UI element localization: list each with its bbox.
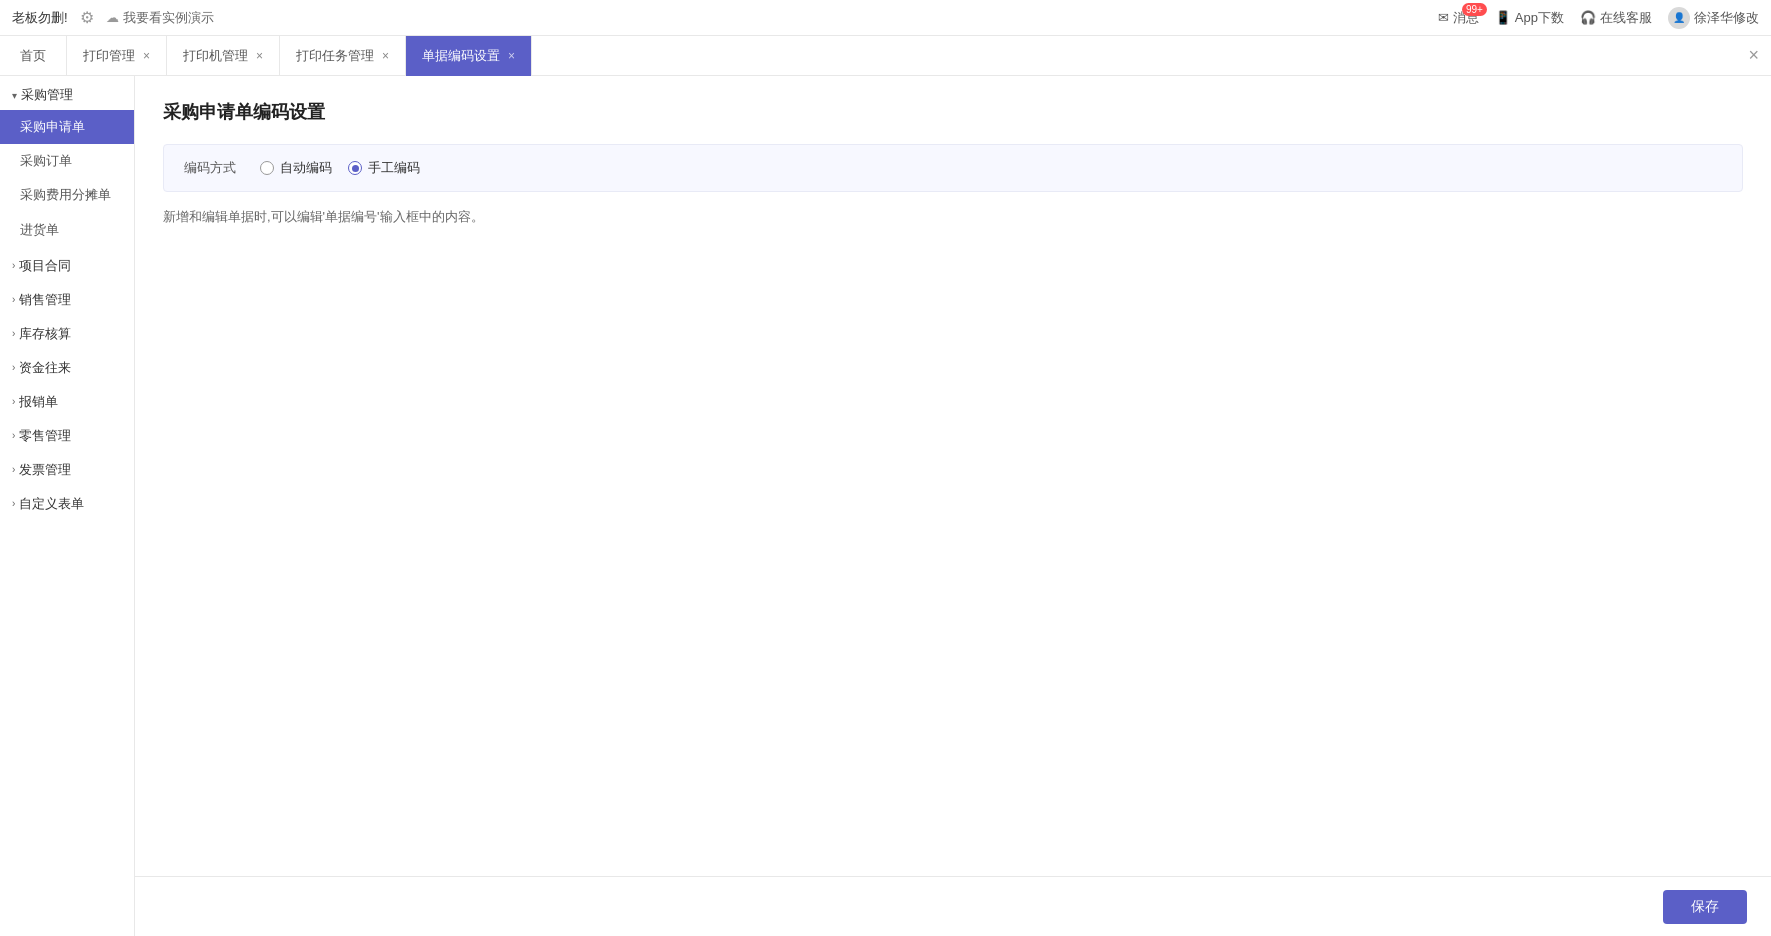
content-area: 采购申请单编码设置 编码方式 自动编码 手工编码 新增和编辑单据时,可以编辑'单… bbox=[135, 76, 1771, 936]
radio-manual-label: 手工编码 bbox=[368, 159, 420, 177]
gear-icon[interactable]: ⚙ bbox=[80, 8, 94, 27]
tab-bar: 首页 打印管理 × 打印机管理 × 打印任务管理 × 单据编码设置 × × bbox=[0, 36, 1771, 76]
sidebar-item-purchase-request[interactable]: 采购申请单 bbox=[0, 110, 134, 144]
sidebar-group-retail-header[interactable]: › 零售管理 bbox=[0, 417, 134, 451]
tab-print-management[interactable]: 打印管理 × bbox=[67, 36, 167, 76]
sidebar-item-purchase-request-label: 采购申请单 bbox=[20, 119, 85, 134]
chevron-right-icon-7: › bbox=[12, 464, 15, 475]
sidebar-item-purchase-order-label: 采购订单 bbox=[20, 153, 72, 168]
sidebar-item-purchase-expense-label: 采购费用分摊单 bbox=[20, 187, 111, 202]
online-service-button[interactable]: 🎧 在线客服 bbox=[1580, 9, 1652, 27]
top-bar: 老板勿删! ⚙ ☁ 我要看实例演示 ✉ 消息 99+ 📱 App下数 🎧 在线客… bbox=[0, 0, 1771, 36]
tab-print-management-label: 打印管理 bbox=[83, 47, 135, 65]
tab-doc-code-settings[interactable]: 单据编码设置 × bbox=[406, 36, 532, 76]
chevron-right-icon-4: › bbox=[12, 362, 15, 373]
sidebar-group-sales-label: 销售管理 bbox=[19, 291, 71, 309]
chevron-right-icon-2: › bbox=[12, 294, 15, 305]
save-button[interactable]: 保存 bbox=[1663, 890, 1747, 924]
radio-auto-encoding[interactable]: 自动编码 bbox=[260, 159, 332, 177]
tab-close-doc-code[interactable]: × bbox=[508, 49, 515, 63]
sidebar-group-purchase-children: 采购申请单 采购订单 采购费用分摊单 进货单 bbox=[0, 110, 134, 247]
sidebar-group-custom-header[interactable]: › 自定义表单 bbox=[0, 485, 134, 519]
service-label: 在线客服 bbox=[1600, 9, 1652, 27]
sidebar-group-project: › 项目合同 bbox=[0, 247, 134, 281]
message-button[interactable]: ✉ 消息 99+ bbox=[1438, 9, 1479, 27]
sidebar-group-custom: › 自定义表单 bbox=[0, 485, 134, 519]
content-body: 采购申请单编码设置 编码方式 自动编码 手工编码 新增和编辑单据时,可以编辑'单… bbox=[135, 76, 1771, 876]
chevron-down-icon: ▾ bbox=[12, 90, 17, 101]
sidebar-group-purchase-label: 采购管理 bbox=[21, 86, 73, 104]
top-bar-left: 老板勿删! ⚙ ☁ 我要看实例演示 bbox=[12, 8, 214, 27]
sidebar-group-retail-label: 零售管理 bbox=[19, 427, 71, 445]
message-icon: ✉ bbox=[1438, 10, 1449, 25]
sidebar-group-expense-header[interactable]: › 报销单 bbox=[0, 383, 134, 417]
tab-print-task-label: 打印任务管理 bbox=[296, 47, 374, 65]
chevron-right-icon: › bbox=[12, 260, 15, 271]
sidebar-group-purchase-header[interactable]: ▾ 采购管理 bbox=[0, 76, 134, 110]
tab-home-label: 首页 bbox=[20, 47, 46, 65]
radio-manual-circle bbox=[348, 161, 362, 175]
chevron-right-icon-6: › bbox=[12, 430, 15, 441]
top-bar-title: 老板勿删! bbox=[12, 9, 68, 27]
sidebar-group-purchase: ▾ 采购管理 采购申请单 采购订单 采购费用分摊单 进货单 bbox=[0, 76, 134, 247]
chevron-right-icon-8: › bbox=[12, 498, 15, 509]
app-download-button[interactable]: 📱 App下数 bbox=[1495, 9, 1564, 27]
cloud-icon: ☁ bbox=[106, 10, 119, 25]
sidebar-group-retail: › 零售管理 bbox=[0, 417, 134, 451]
main-layout: ▾ 采购管理 采购申请单 采购订单 采购费用分摊单 进货单 bbox=[0, 76, 1771, 936]
radio-auto-circle bbox=[260, 161, 274, 175]
tab-close-print-management[interactable]: × bbox=[143, 49, 150, 63]
sidebar-group-inventory: › 库存核算 bbox=[0, 315, 134, 349]
sidebar-group-custom-label: 自定义表单 bbox=[19, 495, 84, 513]
encoding-label: 编码方式 bbox=[184, 159, 236, 177]
hint-text: 新增和编辑单据时,可以编辑'单据编号'输入框中的内容。 bbox=[163, 208, 1743, 226]
tab-home[interactable]: 首页 bbox=[0, 36, 67, 76]
sidebar-item-purchase-expense[interactable]: 采购费用分摊单 bbox=[0, 178, 134, 212]
content-footer: 保存 bbox=[135, 876, 1771, 936]
demo-link[interactable]: ☁ 我要看实例演示 bbox=[106, 9, 214, 27]
tab-printer-management-label: 打印机管理 bbox=[183, 47, 248, 65]
chevron-right-icon-5: › bbox=[12, 396, 15, 407]
chevron-right-icon-3: › bbox=[12, 328, 15, 339]
sidebar-group-sales: › 销售管理 bbox=[0, 281, 134, 315]
tab-close-print-task[interactable]: × bbox=[382, 49, 389, 63]
sidebar-group-sales-header[interactable]: › 销售管理 bbox=[0, 281, 134, 315]
sidebar-group-project-header[interactable]: › 项目合同 bbox=[0, 247, 134, 281]
sidebar-group-invoice-label: 发票管理 bbox=[19, 461, 71, 479]
avatar: 👤 bbox=[1668, 7, 1690, 29]
sidebar-item-purchase-receipt[interactable]: 进货单 bbox=[0, 213, 134, 247]
headset-icon: 🎧 bbox=[1580, 10, 1596, 25]
sidebar-group-inventory-header[interactable]: › 库存核算 bbox=[0, 315, 134, 349]
sidebar-group-expense-label: 报销单 bbox=[19, 393, 58, 411]
sidebar: ▾ 采购管理 采购申请单 采购订单 采购费用分摊单 进货单 bbox=[0, 76, 135, 936]
tab-close-printer-management[interactable]: × bbox=[256, 49, 263, 63]
sidebar-group-invoice: › 发票管理 bbox=[0, 451, 134, 485]
tab-printer-management[interactable]: 打印机管理 × bbox=[167, 36, 280, 76]
encoding-section: 编码方式 自动编码 手工编码 bbox=[163, 144, 1743, 192]
sidebar-group-expense: › 报销单 bbox=[0, 383, 134, 417]
close-all-tabs-button[interactable]: × bbox=[1736, 45, 1771, 66]
tab-print-task[interactable]: 打印任务管理 × bbox=[280, 36, 406, 76]
sidebar-group-invoice-header[interactable]: › 发票管理 bbox=[0, 451, 134, 485]
app-icon: 📱 bbox=[1495, 10, 1511, 25]
user-profile[interactable]: 👤 徐泽华修改 bbox=[1668, 7, 1759, 29]
user-name: 徐泽华修改 bbox=[1694, 9, 1759, 27]
sidebar-group-finance-label: 资金往来 bbox=[19, 359, 71, 377]
sidebar-item-purchase-receipt-label: 进货单 bbox=[20, 222, 59, 237]
app-label: App下数 bbox=[1515, 9, 1564, 27]
sidebar-group-inventory-label: 库存核算 bbox=[19, 325, 71, 343]
message-badge: 99+ bbox=[1462, 3, 1487, 16]
sidebar-item-purchase-order[interactable]: 采购订单 bbox=[0, 144, 134, 178]
radio-auto-label: 自动编码 bbox=[280, 159, 332, 177]
sidebar-group-finance: › 资金往来 bbox=[0, 349, 134, 383]
sidebar-group-finance-header[interactable]: › 资金往来 bbox=[0, 349, 134, 383]
radio-manual-encoding[interactable]: 手工编码 bbox=[348, 159, 420, 177]
demo-label: 我要看实例演示 bbox=[123, 9, 214, 27]
page-title: 采购申请单编码设置 bbox=[163, 100, 1743, 124]
sidebar-group-project-label: 项目合同 bbox=[19, 257, 71, 275]
top-bar-right: ✉ 消息 99+ 📱 App下数 🎧 在线客服 👤 徐泽华修改 bbox=[1438, 7, 1759, 29]
tab-doc-code-label: 单据编码设置 bbox=[422, 47, 500, 65]
